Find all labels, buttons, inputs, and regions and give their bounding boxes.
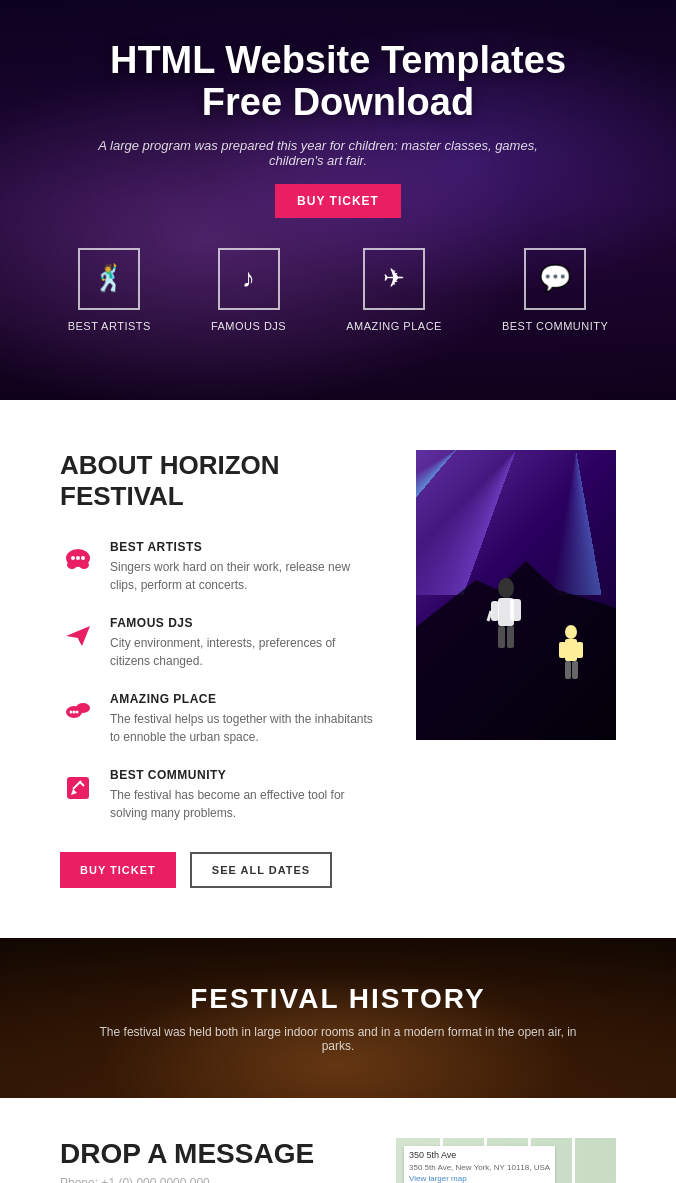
svg-point-10: [70, 711, 73, 714]
map-road: [572, 1138, 575, 1183]
svg-rect-23: [507, 626, 514, 648]
amazing-place-text: AMAZING PLACE The festival helps us toge…: [110, 692, 376, 746]
famous-djs-feature-title: FAMOUS DJs: [110, 616, 376, 630]
person-icon: 🕺: [93, 263, 125, 294]
see-all-dates-button[interactable]: SEE ALL DATES: [190, 852, 332, 888]
famous-djs-icon-box: ♪: [218, 248, 280, 310]
hero-icon-famous-djs: ♪ FAMOUS DJs: [211, 248, 286, 332]
famous-djs-text: FAMOUS DJs City environment, interests, …: [110, 616, 376, 670]
svg-rect-25: [565, 639, 577, 661]
hero-content: HTML Website Templates Free Download A l…: [88, 0, 588, 218]
music-icon: ♪: [242, 263, 255, 294]
map-link[interactable]: View larger map: [409, 1173, 550, 1183]
chat-icon: 💬: [539, 263, 571, 294]
contact-phone: Phone: +1 (0) 000 0000 000: [60, 1176, 366, 1183]
best-artists-feature-title: BEST ARTISTS: [110, 540, 376, 554]
best-community-label: BEST COMMUNITY: [502, 320, 608, 332]
svg-point-3: [71, 556, 75, 560]
svg-point-17: [498, 578, 514, 598]
svg-rect-26: [559, 642, 566, 658]
svg-rect-22: [498, 626, 505, 648]
festival-history-description: The festival was held both in large indo…: [88, 1025, 588, 1053]
feature-amazing-place: AMAZING PLACE The festival helps us toge…: [60, 692, 376, 746]
best-artists-feature-desc: Singers work hard on their work, release…: [110, 558, 376, 594]
amazing-place-label: AMAZING PLACE: [346, 320, 442, 332]
buy-ticket-button[interactable]: BUY TICKET: [275, 184, 401, 218]
festival-history-section: FESTIVAL HISTORY The festival was held b…: [0, 938, 676, 1098]
map-visual: 350 5th Ave 350 5th Ave, New York, NY 10…: [396, 1138, 616, 1183]
svg-point-11: [73, 711, 76, 714]
best-community-feature-desc: The festival has become an effective too…: [110, 786, 376, 822]
best-artists-icon-box: 🕺: [78, 248, 140, 310]
contact-section: DROP A MESSAGE Phone: +1 (0) 000 0000 00…: [0, 1098, 676, 1183]
amazing-place-icon-box: ✈: [363, 248, 425, 310]
svg-point-24: [565, 625, 577, 639]
hero-icons-row: 🕺 BEST ARTISTS ♪ FAMOUS DJs ✈ AMAZING PL…: [68, 248, 609, 332]
pencil-edit-icon: [60, 770, 96, 806]
svg-marker-6: [66, 626, 90, 646]
feature-best-artists: BEST ARTISTS Singers work hard on their …: [60, 540, 376, 594]
hero-section: HTML Website Templates Free Download A l…: [0, 0, 676, 400]
best-artists-text: BEST ARTISTS Singers work hard on their …: [110, 540, 376, 594]
svg-rect-29: [572, 661, 578, 679]
best-community-icon-box: 💬: [524, 248, 586, 310]
paper-plane-icon: [60, 618, 96, 654]
hero-title: HTML Website Templates Free Download: [88, 40, 588, 124]
svg-point-2: [79, 561, 89, 569]
svg-point-5: [81, 556, 85, 560]
best-community-feature-title: BEST COMMUNITY: [110, 768, 376, 782]
hero-icon-best-artists: 🕺 BEST ARTISTS: [68, 248, 151, 332]
svg-point-4: [76, 556, 80, 560]
about-left-panel: ABOUT HORIZONFESTIVAL BEST ARTISTS Singe…: [60, 450, 376, 888]
hero-subtitle: A large program was prepared this year f…: [88, 138, 548, 168]
map-container[interactable]: 350 5th Ave 350 5th Ave, New York, NY 10…: [396, 1138, 616, 1183]
map-address-line1: 350 5th Ave: [409, 1149, 550, 1162]
best-community-text: BEST COMMUNITY The festival has become a…: [110, 768, 376, 822]
amazing-place-feature-title: AMAZING PLACE: [110, 692, 376, 706]
svg-rect-19: [491, 601, 499, 621]
history-background: [0, 938, 676, 1098]
speech-bubble-icon: [60, 542, 96, 578]
map-address-line2: 350 5th Ave, New York, NY 10118, USA: [409, 1162, 550, 1173]
svg-rect-28: [565, 661, 571, 679]
about-buttons: BUY TICKET SEE ALL DATES: [60, 852, 376, 888]
feature-famous-djs: FAMOUS DJs City environment, interests, …: [60, 616, 376, 670]
svg-point-1: [67, 561, 77, 569]
contact-map-panel: 350 5th Ave 350 5th Ave, New York, NY 10…: [396, 1138, 616, 1183]
amazing-place-feature-desc: The festival helps us together with the …: [110, 710, 376, 746]
about-title: ABOUT HORIZONFESTIVAL: [60, 450, 376, 512]
about-buy-ticket-button[interactable]: BUY TICKET: [60, 852, 176, 888]
hero-icon-best-community: 💬 BEST COMMUNITY: [502, 248, 608, 332]
svg-rect-13: [67, 777, 89, 799]
svg-rect-21: [510, 599, 521, 621]
about-concert-image: [416, 450, 616, 740]
famous-djs-feature-desc: City environment, interests, preferences…: [110, 634, 376, 670]
feature-best-community: BEST COMMUNITY The festival has become a…: [60, 768, 376, 822]
bubble-group-icon: [60, 694, 96, 730]
contact-title: DROP A MESSAGE: [60, 1138, 366, 1170]
svg-point-12: [76, 711, 79, 714]
about-section: ABOUT HORIZONFESTIVAL BEST ARTISTS Singe…: [0, 400, 676, 938]
svg-rect-27: [576, 642, 583, 658]
best-artists-label: BEST ARTISTS: [68, 320, 151, 332]
concert-photo: [416, 450, 616, 740]
famous-djs-label: FAMOUS DJs: [211, 320, 286, 332]
plane-icon: ✈: [383, 263, 405, 294]
map-address-label: 350 5th Ave 350 5th Ave, New York, NY 10…: [404, 1146, 555, 1183]
festival-history-title: FESTIVAL HISTORY: [190, 983, 485, 1015]
hero-icon-amazing-place: ✈ AMAZING PLACE: [346, 248, 442, 332]
contact-form-panel: DROP A MESSAGE Phone: +1 (0) 000 0000 00…: [60, 1138, 366, 1183]
svg-line-20: [488, 611, 491, 621]
